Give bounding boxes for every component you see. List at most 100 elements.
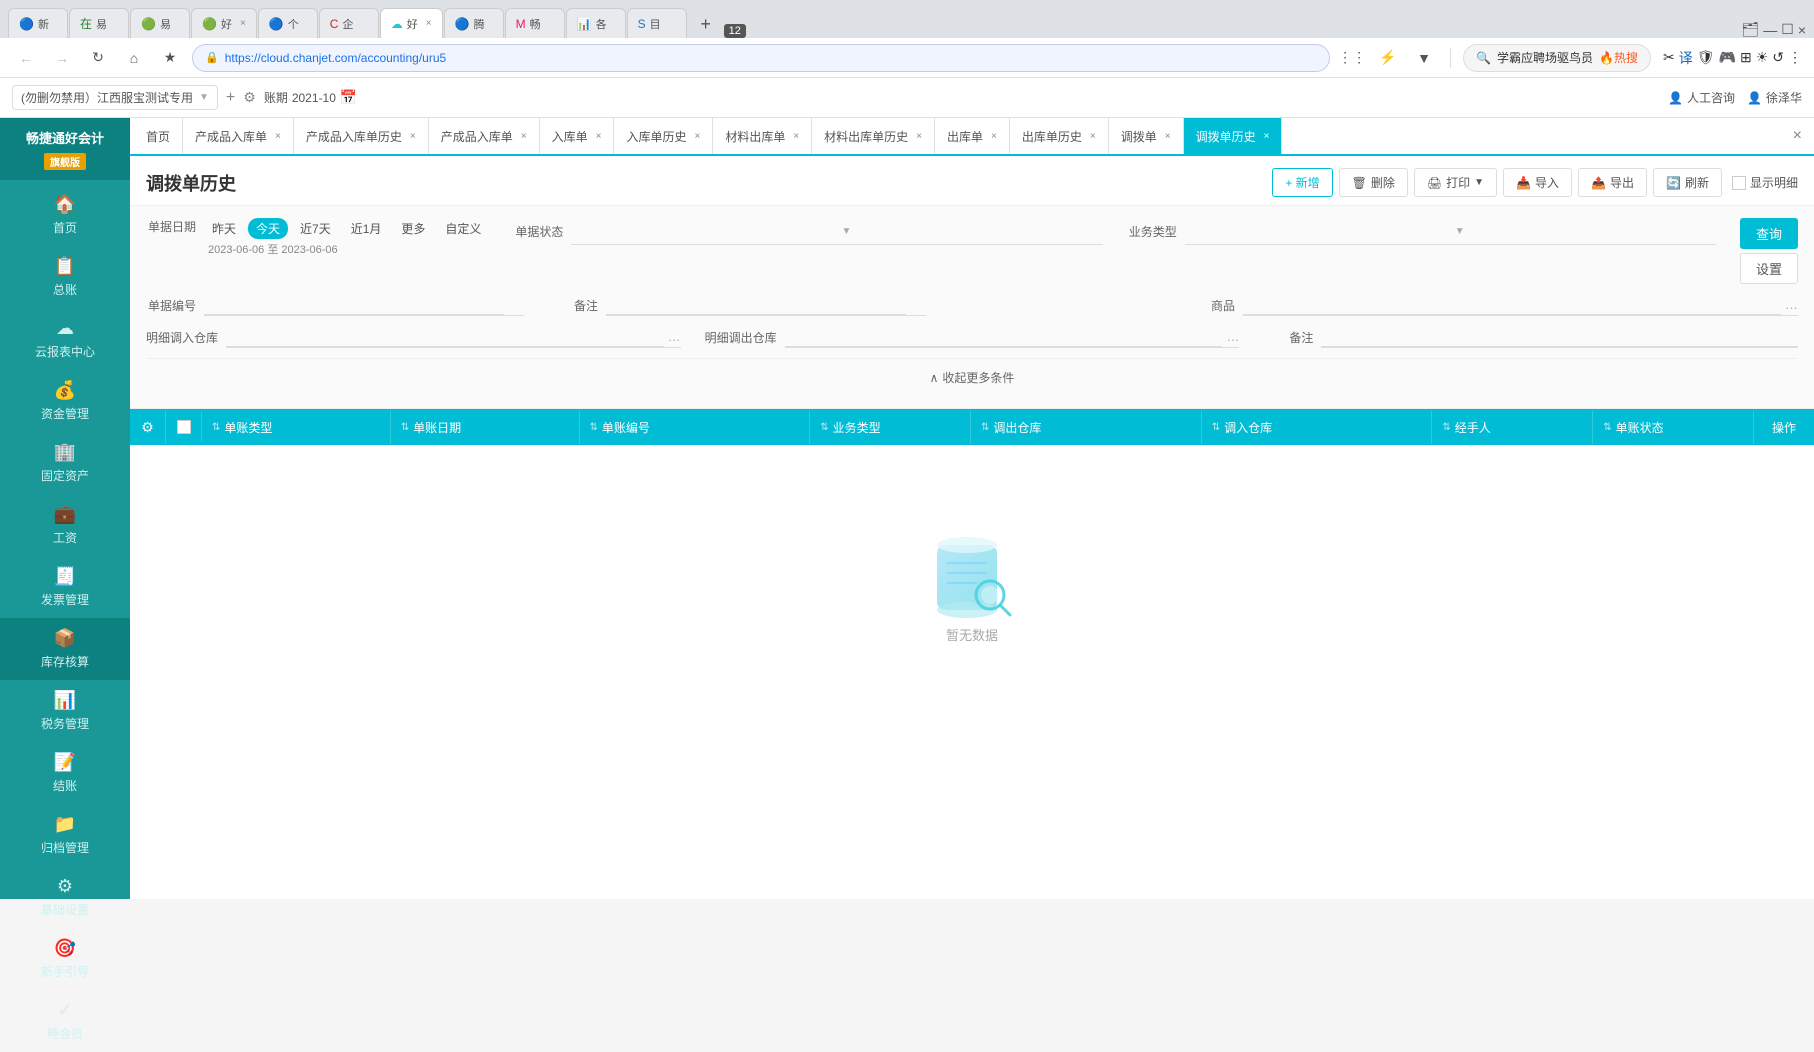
user-service-btn[interactable]: 👤 人工咨询 xyxy=(1668,89,1735,106)
tab-close-7[interactable]: × xyxy=(426,18,432,29)
date-btn-custom[interactable]: 自定义 xyxy=(437,218,489,239)
tab-close-4[interactable]: × xyxy=(240,18,246,29)
page-tab-warehouse-in[interactable]: 入库单 × xyxy=(540,118,615,155)
browser-tab-2[interactable]: 在 易 xyxy=(69,8,129,38)
sidebar-item-inventory[interactable]: 📦 库存核算 xyxy=(0,618,130,680)
th-no[interactable]: ⇅ 单账编号 xyxy=(580,411,811,444)
th-handler[interactable]: ⇅ 经手人 xyxy=(1432,411,1593,444)
calendar-icon[interactable]: 📅 xyxy=(340,89,357,106)
browser-tab-1[interactable]: 🔵 新 xyxy=(8,8,68,38)
th-biz[interactable]: ⇅ 业务类型 xyxy=(810,411,971,444)
status-input[interactable] xyxy=(577,221,837,241)
browser-tab-6[interactable]: C 企 xyxy=(319,8,379,38)
browser-tab-7[interactable]: ☁ 好 × xyxy=(380,8,443,38)
tab-close-panel-btn[interactable]: × xyxy=(1785,127,1810,145)
product-more-icon[interactable]: … xyxy=(1785,297,1798,312)
material-out-tab-close[interactable]: × xyxy=(793,131,799,142)
date-btn-7days[interactable]: 近7天 xyxy=(292,218,339,239)
page-tab-transfer-hist[interactable]: 调拨单历史 × xyxy=(1184,118,1283,155)
browser-tab-10[interactable]: 📊 各 xyxy=(566,8,626,38)
sidebar-item-tax[interactable]: 📊 税务管理 xyxy=(0,680,130,742)
browser-tab-4[interactable]: 🟢 好 × xyxy=(191,8,257,38)
th-type[interactable]: ⇅ 单账类型 xyxy=(202,411,391,444)
warehouse-in-hist-tab-close[interactable]: × xyxy=(694,131,700,142)
th-gear[interactable]: ⚙ xyxy=(130,411,166,444)
collapse-btn[interactable]: ∧ 收起更多条件 xyxy=(924,363,1021,392)
refresh-btn[interactable]: 🔄 刷新 xyxy=(1653,168,1722,197)
minimize-btn[interactable]: — xyxy=(1763,22,1777,38)
sidebar-item-fund[interactable]: 💰 资金管理 xyxy=(0,370,130,432)
date-btn-1month[interactable]: 近1月 xyxy=(343,218,390,239)
sidebar-item-wages[interactable]: 💼 工资 xyxy=(0,494,130,556)
sidebar-item-invoice[interactable]: 🧾 发票管理 xyxy=(0,556,130,618)
new-tab-button[interactable]: + xyxy=(692,10,720,38)
th-date[interactable]: ⇅ 单账日期 xyxy=(391,411,580,444)
show-cols-toggle[interactable]: 显示明细 xyxy=(1732,174,1798,191)
refresh-browser-btn[interactable]: ↻ xyxy=(84,44,112,72)
detail-out-more-icon[interactable]: … xyxy=(1226,329,1239,344)
browser-menu-btn[interactable]: ⋮⋮ xyxy=(1338,44,1366,72)
sidebar-item-basic[interactable]: ⚙ 基础设置 xyxy=(0,866,130,928)
browser-tab-11[interactable]: S 目 xyxy=(627,8,687,38)
delete-btn[interactable]: 🗑 删除 xyxy=(1339,168,1408,197)
import-btn[interactable]: 📥 导入 xyxy=(1503,168,1572,197)
page-tab-home[interactable]: 首页 xyxy=(134,118,183,155)
date-btn-today[interactable]: 今天 xyxy=(248,218,288,239)
restore-btn[interactable]: 🗂 xyxy=(1741,21,1759,38)
doc-no-input[interactable] xyxy=(204,294,504,315)
browser-lightning-btn[interactable]: ⚡ xyxy=(1374,44,1402,72)
warehouse-in-tab-close[interactable]: × xyxy=(596,131,602,142)
set-button[interactable]: 设置 xyxy=(1740,253,1798,284)
page-tab-prod-in2[interactable]: 产成品入库单 × xyxy=(429,118,540,155)
detail-in-more-icon[interactable]: … xyxy=(668,329,681,344)
page-tab-prod-in[interactable]: 产成品入库单 × xyxy=(183,118,294,155)
query-button[interactable]: 查询 xyxy=(1740,218,1798,249)
browser-expand-btn[interactable]: ▼ xyxy=(1410,44,1438,72)
browser-tab-8[interactable]: 🔵 腾 xyxy=(444,8,504,38)
sidebar-item-guide[interactable]: 🎯 新手引导 xyxy=(0,928,130,990)
add-company-btn[interactable]: + xyxy=(226,89,235,107)
print-btn[interactable]: 🖨 打印 ▼ xyxy=(1414,168,1497,197)
sidebar-item-close[interactable]: 📝 结账 xyxy=(0,742,130,804)
home-browser-btn[interactable]: ⌂ xyxy=(120,44,148,72)
prod-in-tab-close[interactable]: × xyxy=(275,131,281,142)
remark-input[interactable] xyxy=(606,294,906,315)
page-tab-transfer[interactable]: 调拨单 × xyxy=(1109,118,1184,155)
page-tab-warehouse-in-hist[interactable]: 入库单历史 × xyxy=(614,118,713,155)
product-input[interactable] xyxy=(1243,294,1781,315)
material-out-hist-tab-close[interactable]: × xyxy=(916,131,922,142)
biz-type-input[interactable] xyxy=(1191,221,1451,241)
transfer-tab-close[interactable]: × xyxy=(1165,131,1171,142)
status-select[interactable]: ▼ xyxy=(571,218,1102,245)
page-tab-out-order[interactable]: 出库单 × xyxy=(935,118,1010,155)
close-btn[interactable]: × xyxy=(1798,22,1806,38)
user-avatar[interactable]: 👤 徐泽华 xyxy=(1747,89,1802,106)
transfer-hist-tab-close[interactable]: × xyxy=(1264,131,1270,142)
page-tab-out-order-hist[interactable]: 出库单历史 × xyxy=(1010,118,1109,155)
export-btn[interactable]: 📤 导出 xyxy=(1578,168,1647,197)
th-status[interactable]: ⇅ 单账状态 xyxy=(1593,411,1754,444)
search-bar[interactable]: 🔍 学霸应聘场驱鸟员 🔥热搜 xyxy=(1463,44,1651,72)
th-in[interactable]: ⇅ 调入仓库 xyxy=(1202,411,1433,444)
sidebar-item-fixed-assets[interactable]: 🏢 固定资产 xyxy=(0,432,130,494)
date-btn-more[interactable]: 更多 xyxy=(393,218,433,239)
page-tab-material-out-hist[interactable]: 材料出库单历史 × xyxy=(812,118,935,155)
sidebar-item-member[interactable]: ✓ 畅会员 xyxy=(0,990,130,1052)
address-bar[interactable]: 🔒 https://cloud.chanjet.com/accounting/u… xyxy=(192,44,1330,72)
browser-tools[interactable]: ✂ 译 🛡 🎮 ⊞ ☀ ↺ ⋮ xyxy=(1663,48,1802,68)
bookmark-btn[interactable]: ★ xyxy=(156,44,184,72)
header-checkbox[interactable] xyxy=(177,420,191,434)
biz-type-select[interactable]: ▼ xyxy=(1185,218,1716,245)
out-order-hist-tab-close[interactable]: × xyxy=(1090,131,1096,142)
company-selector[interactable]: (勿删勿禁用）江西服宝测试专用 ▼ xyxy=(12,85,218,110)
page-tab-prod-in-hist[interactable]: 产成品入库单历史 × xyxy=(294,118,429,155)
th-out[interactable]: ⇅ 调出仓库 xyxy=(971,411,1202,444)
browser-tab-9[interactable]: M 畅 xyxy=(505,8,565,38)
browser-tab-5[interactable]: 🔵 个 xyxy=(258,8,318,38)
note-input[interactable] xyxy=(1321,326,1798,347)
maximize-btn[interactable]: ☐ xyxy=(1781,21,1794,38)
detail-out-input[interactable] xyxy=(785,326,1223,347)
sidebar-item-home[interactable]: 🏠 首页 xyxy=(0,184,130,246)
prod-in-hist-tab-close[interactable]: × xyxy=(410,131,416,142)
new-btn[interactable]: + 新增 xyxy=(1272,168,1332,197)
